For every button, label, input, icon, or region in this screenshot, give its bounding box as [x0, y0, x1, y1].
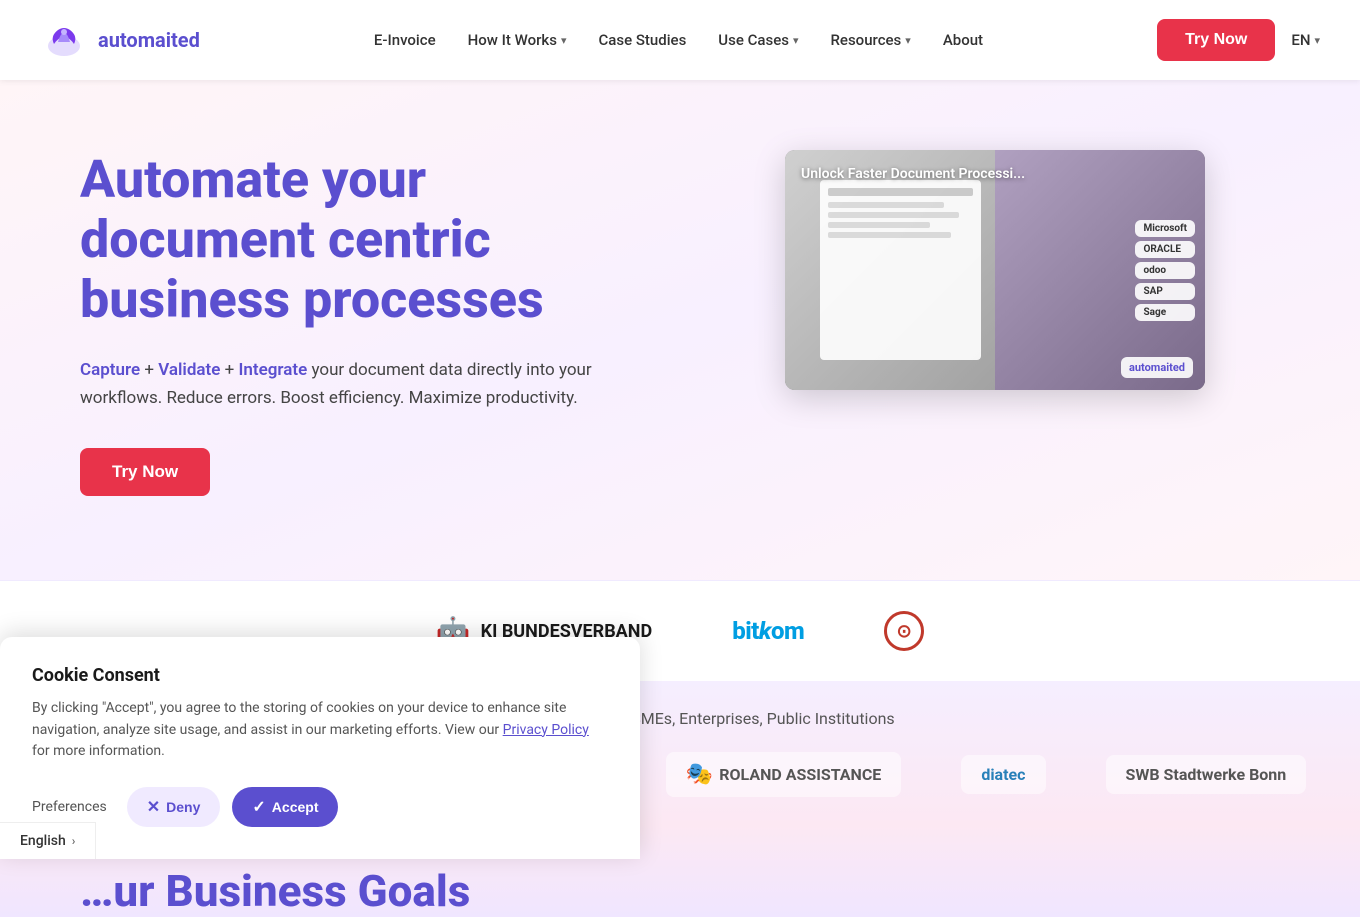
cookie-preferences-label[interactable]: Preferences: [32, 799, 107, 815]
cookie-privacy-link[interactable]: Privacy Policy: [503, 722, 589, 738]
nav-use-cases[interactable]: Use Cases ▾: [718, 31, 798, 49]
chevron-right-icon: ›: [72, 834, 76, 848]
logo-link[interactable]: automaited: [40, 16, 200, 64]
cookie-deny-button[interactable]: ✕ Deny: [127, 787, 221, 827]
chevron-down-icon: ▾: [561, 34, 567, 47]
hero-title: Automate your document centric business …: [80, 150, 650, 329]
hero-integrate: Integrate: [239, 360, 308, 380]
deny-icon: ✕: [147, 797, 160, 817]
customer-swb: SWB Stadtwerke Bonn: [1106, 755, 1307, 794]
hero-subtitle: Capture + Validate + Integrate your docu…: [80, 357, 650, 411]
partner-bitkom: bitkom: [732, 617, 804, 645]
hero-left: Automate your document centric business …: [80, 150, 650, 496]
roland-icon: 🎭: [686, 762, 713, 787]
cookie-accept-button[interactable]: ✓ Accept: [232, 787, 338, 827]
customer-roland: 🎭 ROLAND ASSISTANCE: [666, 752, 901, 797]
hero-validate: Validate: [158, 360, 220, 380]
navigation: automaited E-Invoice How It Works ▾ Case…: [0, 0, 1360, 80]
bitkom-name: bitkom: [732, 617, 804, 645]
language-label: English: [20, 833, 66, 849]
nav-how-it-works[interactable]: How It Works ▾: [468, 31, 567, 49]
hero-right: Unlock Faster Document Processi... Micro…: [710, 150, 1280, 390]
language-badge[interactable]: English ›: [0, 822, 96, 859]
nav-case-studies[interactable]: Case Studies: [598, 31, 686, 49]
logo-icon: [40, 16, 88, 64]
nav-about[interactable]: About: [943, 31, 983, 49]
chevron-down-icon: ▾: [793, 34, 799, 47]
video-brand-watermark: automaited: [1121, 357, 1193, 378]
accept-icon: ✓: [252, 797, 265, 817]
hero-capture: Capture: [80, 360, 140, 380]
language-selector-nav[interactable]: EN ▾: [1291, 31, 1320, 49]
partner-other: ⊙: [884, 611, 924, 651]
nav-right: Try Now EN ▾: [1157, 19, 1320, 61]
business-title: …ur Business Goals: [80, 865, 1280, 917]
customer-diatec: diatec: [961, 755, 1045, 794]
cookie-text: By clicking "Accept", you agree to the s…: [32, 698, 608, 763]
video-thumbnail[interactable]: Unlock Faster Document Processi... Micro…: [785, 150, 1205, 390]
try-now-button-nav[interactable]: Try Now: [1157, 19, 1275, 61]
video-title: Unlock Faster Document Processi...: [801, 166, 1189, 182]
cookie-title: Cookie Consent: [32, 665, 608, 686]
chevron-down-icon: ▾: [1314, 34, 1320, 47]
hero-section: Automate your document centric business …: [0, 80, 1360, 580]
try-now-button-hero[interactable]: Try Now: [80, 448, 210, 496]
nav-resources[interactable]: Resources ▾: [830, 31, 910, 49]
cookie-actions: Preferences ✕ Deny ✓ Accept: [32, 787, 608, 827]
nav-links: E-Invoice How It Works ▾ Case Studies Us…: [374, 31, 983, 49]
partner-other-icon: ⊙: [884, 611, 924, 651]
video-brand-tags: Microsoft ORACLE odoo SAP Sage: [1135, 160, 1195, 380]
nav-einvoice[interactable]: E-Invoice: [374, 31, 436, 49]
chevron-down-icon: ▾: [905, 34, 911, 47]
video-background: Unlock Faster Document Processi... Micro…: [785, 150, 1205, 390]
logo-text: automaited: [98, 28, 200, 52]
